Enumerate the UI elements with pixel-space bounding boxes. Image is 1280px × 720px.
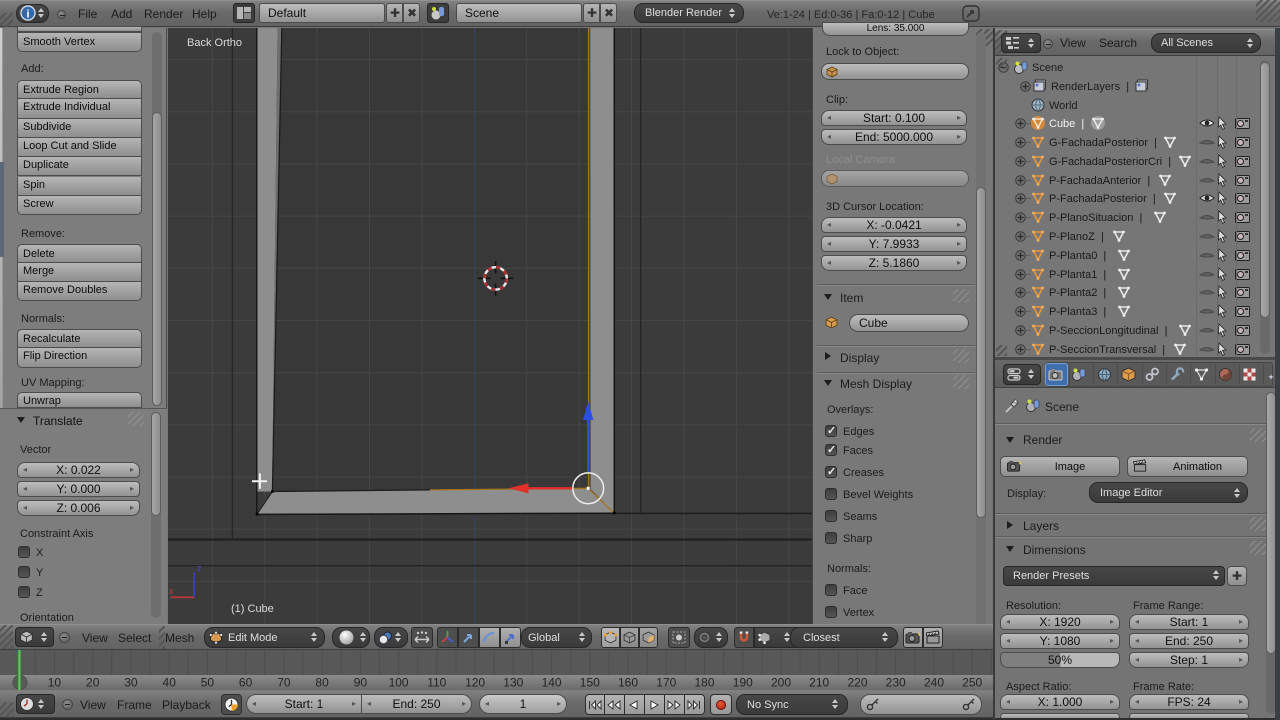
svg-text:10: 10 [48,676,62,690]
svg-text:70: 70 [277,676,291,690]
svg-text:220: 220 [847,676,867,690]
svg-text:50: 50 [201,676,215,690]
svg-text:60: 60 [239,676,253,690]
svg-text:x: x [169,586,174,596]
svg-text:190: 190 [733,676,753,690]
svg-text:40: 40 [163,676,177,690]
svg-text:230: 230 [886,676,906,690]
svg-text:160: 160 [618,676,638,690]
svg-text:120: 120 [465,676,485,690]
svg-text:110: 110 [427,676,446,690]
svg-text:150: 150 [580,676,600,690]
svg-text:250: 250 [962,676,982,690]
svg-text:240: 240 [924,676,944,690]
svg-text:(1) Cube: (1) Cube [231,603,274,615]
svg-text:130: 130 [503,676,523,690]
svg-text:180: 180 [694,676,714,690]
svg-text:210: 210 [809,676,829,690]
svg-text:20: 20 [86,676,100,690]
svg-text:170: 170 [656,676,676,690]
svg-text:80: 80 [315,676,329,690]
svg-text:30: 30 [124,676,138,690]
svg-text:i: i [26,9,29,21]
svg-text:200: 200 [771,676,791,690]
svg-text:90: 90 [354,676,368,690]
svg-text:Back Ortho: Back Ortho [187,37,242,49]
svg-text:100: 100 [389,676,409,690]
svg-text:140: 140 [542,676,562,690]
svg-text:z: z [197,563,202,573]
